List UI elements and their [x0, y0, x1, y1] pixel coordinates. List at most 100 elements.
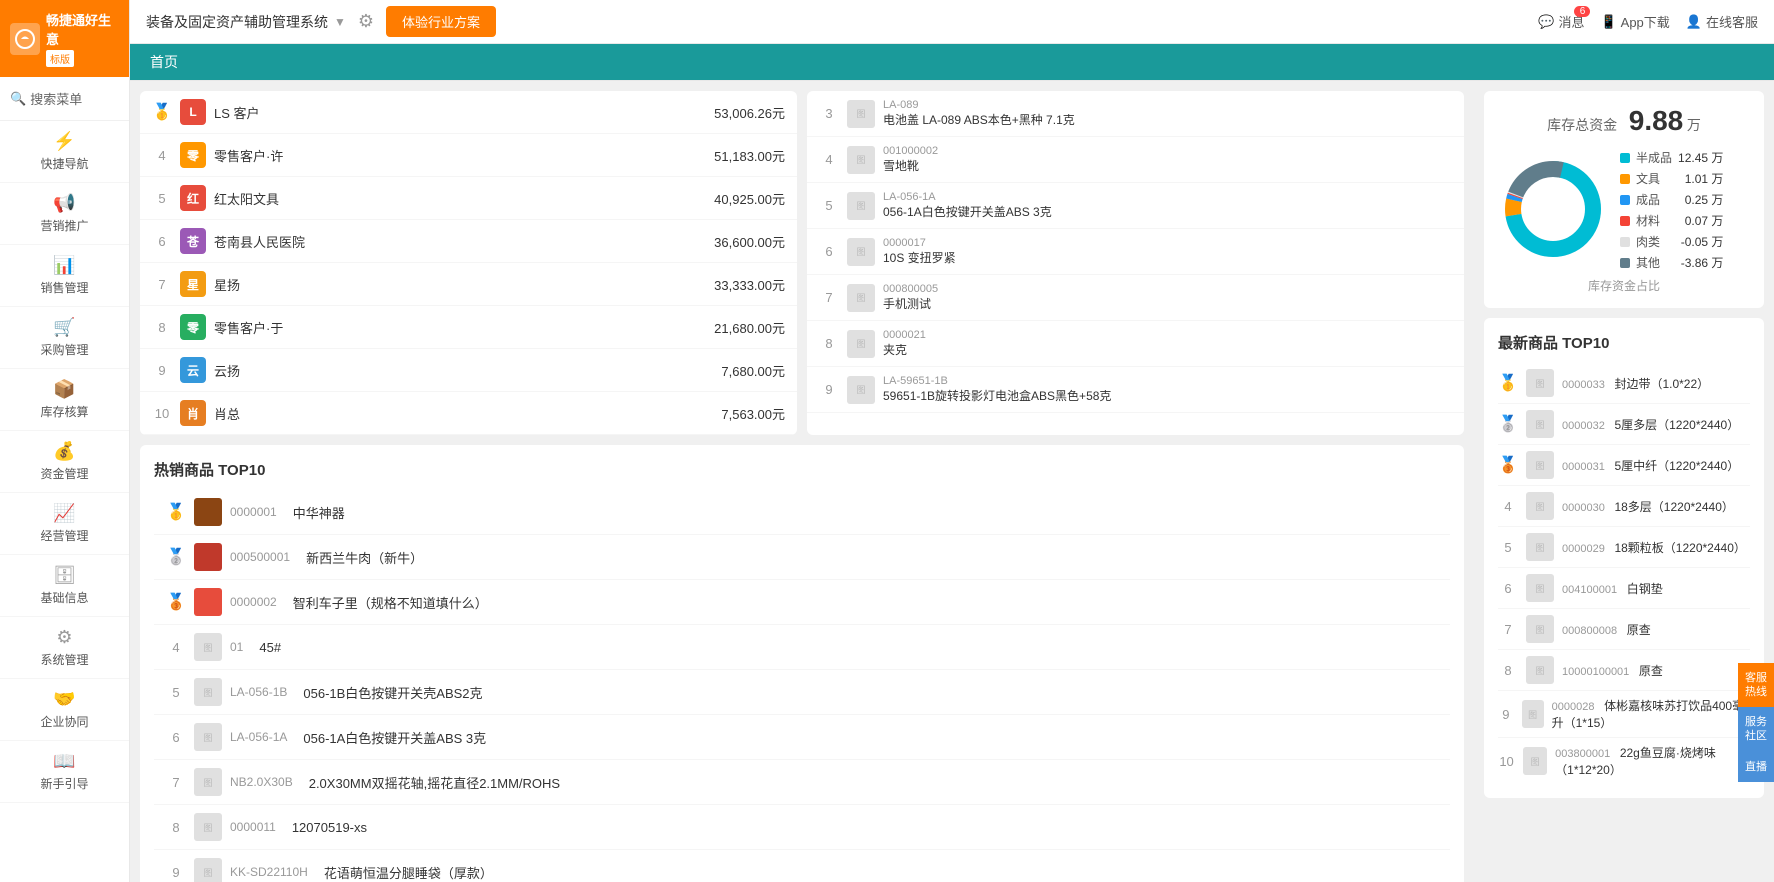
latest-item-9[interactable]: 9 图 0000028 体彬嘉核味苏打饮品400毫升（1*15） [1498, 691, 1750, 738]
float-buttons: 客服热线 服务社区 直播 [1738, 663, 1774, 782]
system-icon: ⚙ [56, 627, 72, 648]
customer-amount-9: 7,680.00元 [721, 361, 785, 380]
float-btn-live[interactable]: 直播 [1738, 752, 1774, 782]
top-product-4[interactable]: 4 图 001000002 雪地靴 [807, 137, 1464, 183]
top-product-7[interactable]: 7 图 000800005 手机测试 [807, 275, 1464, 321]
sidebar-item-guide[interactable]: 📖 新手引导 [0, 741, 129, 803]
latest-item-7[interactable]: 7 图 000800008 原查 [1498, 609, 1750, 650]
latest-thumb-6: 图 [1526, 574, 1554, 602]
message-button[interactable]: 💬 消息 6 [1538, 12, 1584, 31]
tab-home[interactable]: 首页 [130, 44, 198, 80]
customer-avatar-1: L [180, 99, 206, 125]
sidebar-item-system[interactable]: ⚙ 系统管理 [0, 617, 129, 679]
latest-thumb-10: 图 [1523, 747, 1547, 775]
latest-products-title: 最新商品 TOP10 [1498, 332, 1609, 353]
inventory-icon: 📦 [53, 379, 75, 400]
customer-item-7[interactable]: 7 星 星扬 33,333.00元 [140, 263, 797, 306]
latest-thumb-8: 图 [1526, 656, 1554, 684]
online-service-button[interactable]: 👤 在线客服 [1686, 12, 1758, 31]
top-prod-info-3: LA-089 电池盖 LA-089 ABS本色+黑种 7.1克 [883, 99, 1452, 128]
customer-name-6: 苍南县人民医院 [214, 232, 706, 251]
customer-item-9[interactable]: 9 云 云扬 7,680.00元 [140, 349, 797, 392]
customer-amount-4: 51,183.00元 [714, 146, 785, 165]
top-product-3[interactable]: 3 图 LA-089 电池盖 LA-089 ABS本色+黑种 7.1克 [807, 91, 1464, 137]
top-prod-thumb-4: 图 [847, 146, 875, 174]
legend-dot-finished [1620, 195, 1630, 205]
top-prod-rank-3: 3 [819, 106, 839, 121]
sidebar-item-finance[interactable]: 💰 资金管理 [0, 431, 129, 493]
float-btn-community[interactable]: 服务社区 [1738, 707, 1774, 752]
hot-product-6[interactable]: 6 图 LA-056-1A 056-1A白色按键开关盖ABS 3克 [154, 715, 1450, 760]
top-product-6[interactable]: 6 图 0000017 10S 变扭罗紧 [807, 229, 1464, 275]
top-product-9[interactable]: 9 图 LA-59651-1B 59651-1B旋转投影灯电池盒ABS黑色+58… [807, 367, 1464, 413]
hot-medal-1: 🥇 [166, 502, 186, 522]
hot-product-4[interactable]: 4 图 01 45# [154, 625, 1450, 670]
sales-icon: 📊 [53, 255, 75, 276]
float-btn-service[interactable]: 客服热线 [1738, 663, 1774, 708]
hot-name-1: 中华神器 [293, 503, 345, 522]
hot-product-2[interactable]: 🥈 000500001 新西兰牛肉（新牛） [154, 535, 1450, 580]
sidebar-item-marketing[interactable]: 📢 营销推广 [0, 183, 129, 245]
top-prod-rank-9: 9 [819, 382, 839, 397]
top-prod-thumb-9: 图 [847, 376, 875, 404]
system-selector[interactable]: 装备及固定资产辅助管理系统 ▼ [146, 12, 346, 32]
latest-item-8[interactable]: 8 图 10000100001 原查 [1498, 650, 1750, 691]
hot-product-7[interactable]: 7 图 NB2.0X30B 2.0X30MM双摇花轴,摇花直径2.1MM/ROH… [154, 760, 1450, 805]
latest-thumb-7: 图 [1526, 615, 1554, 643]
sidebar-item-operations[interactable]: 📈 经营管理 [0, 493, 129, 555]
sidebar-item-inventory[interactable]: 📦 库存核算 [0, 369, 129, 431]
customer-item-6[interactable]: 6 苍 苍南县人民医院 36,600.00元 [140, 220, 797, 263]
customer-avatar-9: 云 [180, 357, 206, 383]
latest-item-2[interactable]: 🥈 图 0000032 5厘多层（1220*2440） [1498, 404, 1750, 445]
latest-products-header: 最新商品 TOP10 [1498, 332, 1750, 353]
hot-product-1[interactable]: 🥇 0000001 中华神器 [154, 490, 1450, 535]
customer-item-1[interactable]: 🥇 L LS 客户 53,006.26元 [140, 91, 797, 134]
customer-name-10: 肖总 [214, 404, 713, 423]
settings-icon[interactable]: ⚙ [358, 11, 374, 32]
hot-product-9[interactable]: 9 图 KK-SD22110H 花语萌恒温分腿睡袋（厚款） [154, 850, 1450, 882]
top-product-list: 3 图 LA-089 电池盖 LA-089 ABS本色+黑种 7.1克 4 图 … [807, 91, 1464, 435]
customer-item-5[interactable]: 5 红 红太阳文具 40,925.00元 [140, 177, 797, 220]
latest-item-10[interactable]: 10 图 003800001 22g鱼豆腐·烧烤味（1*12*20） [1498, 738, 1750, 784]
sidebar-logo[interactable]: 畅捷通好生意 标版 [0, 0, 129, 77]
customer-item-4[interactable]: 4 零 零售客户·许 51,183.00元 [140, 134, 797, 177]
hot-product-3[interactable]: 🥉 0000002 智利车子里（规格不知道填什么） [154, 580, 1450, 625]
service-icon: 👤 [1686, 14, 1702, 30]
customer-amount-10: 7,563.00元 [721, 404, 785, 423]
hot-thumb-8: 图 [194, 813, 222, 841]
sidebar-item-sales[interactable]: 📊 销售管理 [0, 245, 129, 307]
top-prod-rank-4: 4 [819, 152, 839, 167]
legend-item-finished: 成品 0.25 万 [1620, 191, 1723, 208]
top-section: 🥇 L LS 客户 53,006.26元 4 零 零售客户·许 51,183.0… [140, 91, 1464, 435]
search-menu[interactable]: 🔍 搜索菜单 [0, 77, 129, 121]
latest-item-3[interactable]: 🥉 图 0000031 5厘中纤（1220*2440） [1498, 445, 1750, 486]
top-product-5[interactable]: 5 图 LA-056-1A 056-1A白色按键开关盖ABS 3克 [807, 183, 1464, 229]
rank-6: 6 [152, 234, 172, 249]
latest-item-6[interactable]: 6 图 004100001 白钢垫 [1498, 568, 1750, 609]
hot-product-5[interactable]: 5 图 LA-056-1B 056-1B白色按键开关壳ABS2克 [154, 670, 1450, 715]
customer-amount-6: 36,600.00元 [714, 232, 785, 251]
latest-item-5[interactable]: 5 图 0000029 18颗粒板（1220*2440） [1498, 527, 1750, 568]
latest-info-4: 0000030 18多层（1220*2440） [1562, 498, 1734, 515]
latest-item-4[interactable]: 4 图 0000030 18多层（1220*2440） [1498, 486, 1750, 527]
latest-info-2: 0000032 5厘多层（1220*2440） [1562, 416, 1739, 433]
top-prod-rank-5: 5 [819, 198, 839, 213]
latest-item-1[interactable]: 🥇 图 0000033 封边带（1.0*22） [1498, 363, 1750, 404]
app-download-button[interactable]: 📱 App下载 [1600, 12, 1669, 31]
top-product-8[interactable]: 8 图 0000021 夹克 [807, 321, 1464, 367]
hot-product-8[interactable]: 8 图 0000011 12070519-xs [154, 805, 1450, 850]
sidebar-item-enterprise[interactable]: 🤝 企业协同 [0, 679, 129, 741]
main-area: 装备及固定资产辅助管理系统 ▼ ⚙ 体验行业方案 💬 消息 6 📱 App下载 … [130, 0, 1774, 882]
top-prod-info-4: 001000002 雪地靴 [883, 145, 1452, 174]
sidebar-item-purchase[interactable]: 🛒 采购管理 [0, 307, 129, 369]
try-button[interactable]: 体验行业方案 [386, 6, 496, 37]
inventory-total: 库存总资金 9.88 万 [1498, 105, 1750, 137]
customer-name-8: 零售客户·于 [214, 318, 706, 337]
page-tabs: 首页 [130, 44, 1774, 81]
customer-item-10[interactable]: 10 肖 肖总 7,563.00元 [140, 392, 797, 435]
sidebar-item-basic-info[interactable]: 🗄 基础信息 [0, 555, 129, 617]
top-header: 装备及固定资产辅助管理系统 ▼ ⚙ 体验行业方案 💬 消息 6 📱 App下载 … [130, 0, 1774, 44]
sidebar-item-quick[interactable]: ⚡ 快捷导航 [0, 121, 129, 183]
quick-nav-icon: ⚡ [53, 131, 75, 152]
customer-item-8[interactable]: 8 零 零售客户·于 21,680.00元 [140, 306, 797, 349]
